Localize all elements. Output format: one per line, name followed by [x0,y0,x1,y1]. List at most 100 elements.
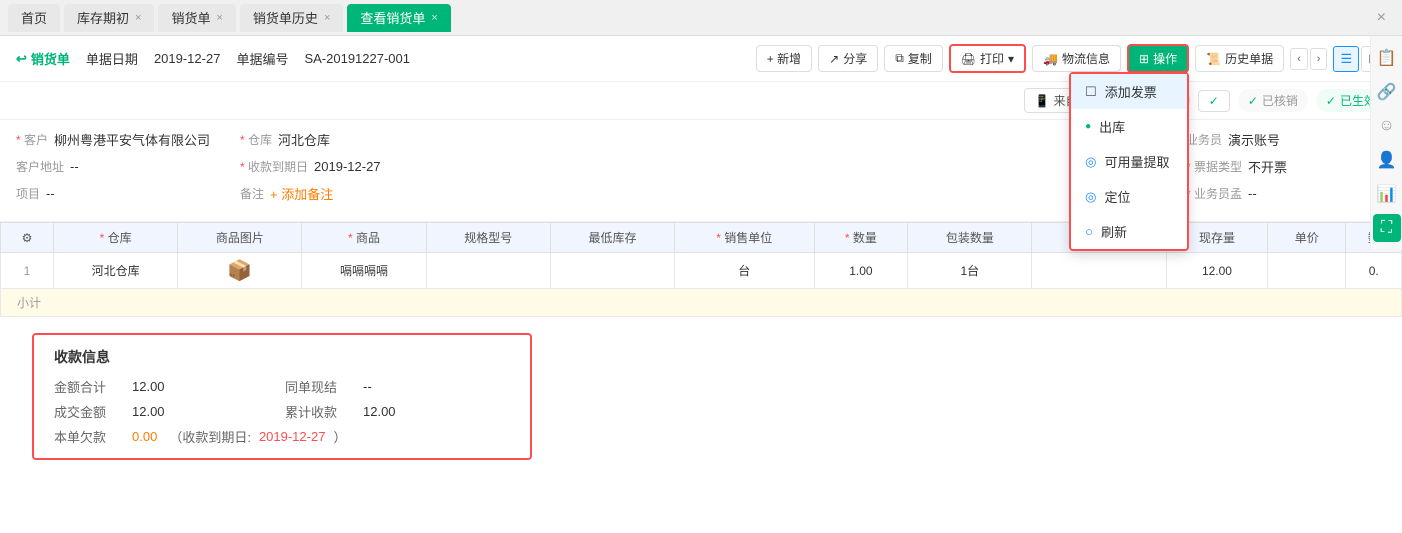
col-warehouse: 仓库 [54,223,178,253]
logistics-label: 物流信息 [1062,50,1110,67]
print-dropdown-arrow: ▾ [1008,52,1014,66]
sidebar-link-icon[interactable]: 🔗 [1373,78,1401,106]
doc-header: ↩ 销货单 单据日期 2019-12-27 单据编号 SA-20191227-0… [0,36,1402,82]
address-value: -- [70,159,79,174]
available-qty-label: 可用量提取 [1104,152,1169,171]
menu-available-qty[interactable]: ◎ 可用量提取 [1071,144,1187,179]
salesperson-label: 业务员孟 [1186,185,1242,202]
payment-date-value: 2019-12-27 [314,159,381,174]
doc-meta: 单据日期 2019-12-27 单据编号 SA-20191227-001 [86,49,410,68]
copy-button[interactable]: ⧉ 复制 [884,45,943,72]
menu-refresh[interactable]: ○ 刷新 [1071,214,1187,249]
col-image: 商品图片 [178,223,302,253]
address-field: 客户地址 -- [16,158,216,175]
view-list[interactable]: ☰ [1333,46,1359,72]
col-spec: 规格型号 [426,223,550,253]
arrears-row: 本单欠款 0.00 （收款到期日: 2019-12-27） [54,427,510,446]
share-label: 分享 [843,50,867,67]
doc-toolbar: + 新增 ↗ 分享 ⧉ 复制 🖨 打印 ▾ 🚚 物流信息 [756,44,1386,73]
doc-type-badge: ↩ 销货单 [16,49,70,68]
address-label: 客户地址 [16,158,64,175]
row-stock: 12.00 [1166,253,1267,289]
table-header-row: ⚙ 仓库 商品图片 商品 规格型号 最低库存 销售单位 数量 包装数量 可用量 … [1,223,1402,253]
tab-bar: 首页 库存期初 × 销货单 × 销货单历史 × 查看销货单 × × [0,0,1402,36]
operation-grid-icon: ⊞ [1139,52,1149,66]
product-table-wrap: ⚙ 仓库 商品图片 商品 规格型号 最低库存 销售单位 数量 包装数量 可用量 … [0,221,1402,317]
operation-menu: ☐ 添加发票 ● 出库 ◎ 可用量提取 ◎ 定位 [1069,72,1189,251]
menu-add-invoice[interactable]: ☐ 添加发票 [1071,74,1187,109]
tab-bar-close-all[interactable]: × [1369,5,1394,31]
cancelled-badge: ✓ 已核销 [1238,89,1308,112]
row-spec [426,253,550,289]
sidebar-face-icon[interactable]: ☺ [1373,112,1401,140]
operation-button[interactable]: ⊞ 操作 [1127,44,1189,73]
product-table: ⚙ 仓库 商品图片 商品 规格型号 最低库存 销售单位 数量 包装数量 可用量 … [0,222,1402,317]
logistics-button[interactable]: 🚚 物流信息 [1032,45,1121,72]
menu-outbound[interactable]: ● 出库 [1071,109,1187,144]
row-index: 1 [1,253,54,289]
col-pkg-qty: 包装数量 [908,223,1032,253]
outbound-label: 出库 [1099,117,1125,136]
total-row: 金额合计 12.00 [54,377,279,396]
row-product: 嗝嗝嗝嗝 [302,253,426,289]
history-icon: 📜 [1206,52,1221,66]
add-note-icon: + [270,187,278,202]
row-extra: 0. [1346,253,1402,289]
note-label: 备注 [240,185,264,202]
same-order-label: 同单现结 [285,377,355,396]
tab-inventory-label: 库存期初 [77,8,129,27]
nav-next[interactable]: › [1310,48,1328,70]
tab-view-close[interactable]: × [431,12,437,24]
sidebar-user-icon[interactable]: 👤 [1373,146,1401,174]
project-label: 项目 [16,185,40,202]
salesperson-field: 业务员孟 -- [1186,185,1386,202]
payment-title: 收款信息 [54,347,510,367]
date-value: 2019-12-27 [154,51,221,66]
row-available [1032,253,1166,289]
customer-label: 客户 [16,131,48,148]
history-button[interactable]: 📜 历史单据 [1195,45,1284,72]
tab-home[interactable]: 首页 [8,4,60,32]
tab-home-label: 首页 [21,8,47,27]
confirm-btn[interactable]: ✓ [1198,90,1230,112]
new-button[interactable]: + 新增 [756,45,812,72]
share-button[interactable]: ↗ 分享 [818,45,878,72]
locate-icon: ◎ [1085,189,1096,205]
cumulative-label: 累计收款 [285,402,355,421]
tab-inventory-close[interactable]: × [135,12,141,24]
logistics-icon: 🚚 [1043,52,1058,66]
ticket-type-label: 票据类型 [1186,158,1242,175]
history-label: 历史单据 [1225,50,1273,67]
tab-inventory-init[interactable]: 库存期初 × [64,4,154,32]
tab-history-label: 销货单历史 [253,8,318,27]
nav-prev[interactable]: ‹ [1290,48,1308,70]
tab-view-sales[interactable]: 查看销货单 × [347,4,450,32]
print-button[interactable]: 🖨 打印 ▾ [949,44,1026,73]
col-price: 单价 [1268,223,1346,253]
sidebar-chart-icon[interactable]: 📊 [1373,180,1401,208]
add-note-button[interactable]: + 添加备注 [270,184,333,203]
col-unit: 销售单位 [675,223,815,253]
print-label: 打印 [980,50,1004,67]
sidebar-phone-icon[interactable]: 📋 [1373,44,1401,72]
outbound-icon: ● [1085,121,1091,132]
staff-value: 演示账号 [1228,130,1280,149]
copy-label: 复制 [908,50,932,67]
menu-locate[interactable]: ◎ 定位 [1071,179,1187,214]
payment-date-field: 收款到期日 2019-12-27 [240,158,440,175]
locate-label: 定位 [1104,187,1130,206]
add-invoice-icon: ☐ [1085,84,1097,100]
confirm-icon: ✓ [1209,94,1219,108]
same-order-value: -- [363,379,372,394]
tab-history-close[interactable]: × [324,12,330,24]
refresh-icon: ○ [1085,224,1093,239]
right-sidebar: 📋 🔗 ☺ 👤 📊 ⛶ [1370,36,1402,250]
subtotal-label: 小计 [1,289,1402,317]
tab-sales-close[interactable]: × [216,12,222,24]
payment-grid: 金额合计 12.00 同单现结 -- 成交金额 12.00 累计收款 12.00 [54,377,510,446]
sidebar-expand-icon[interactable]: ⛶ [1373,214,1401,242]
project-value: -- [46,186,55,201]
tab-sales-order[interactable]: 销货单 × [158,4,235,32]
tab-sales-history[interactable]: 销货单历史 × [240,4,343,32]
date-label: 单据日期 [86,49,138,68]
